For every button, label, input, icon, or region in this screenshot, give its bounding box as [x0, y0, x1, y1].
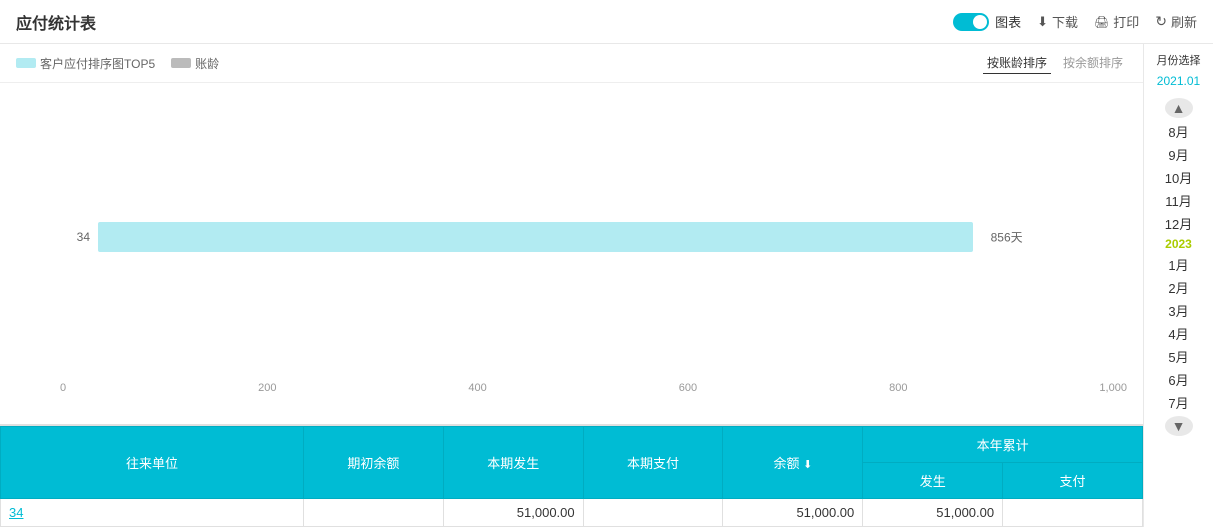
cell-opening: [303, 499, 443, 527]
th-ytd: 本年累计: [863, 427, 1143, 463]
refresh-icon: [1155, 13, 1167, 30]
cell-ytd-pay: [1003, 499, 1143, 527]
sidebar-month-item[interactable]: 3月: [1165, 299, 1192, 322]
bar-fill: 856天: [98, 222, 973, 252]
sort-by-age-button[interactable]: 按账龄排序: [983, 52, 1051, 74]
print-icon: [1094, 14, 1109, 29]
bar-row: 34 856天: [60, 222, 1127, 252]
download-button[interactable]: 下载: [1037, 12, 1078, 31]
bar-container: 856天: [98, 222, 1127, 252]
th-balance: 余额 ⬇: [723, 427, 863, 499]
x-tick-400: 400: [468, 382, 486, 394]
chart-section: 客户应付排序图TOP5 账龄 按账龄排序 按余额排序 34: [0, 44, 1143, 527]
download-icon: [1037, 14, 1048, 30]
th-unit: 往来单位: [1, 427, 304, 499]
x-tick-1000: 1,000: [1099, 382, 1127, 394]
th-payment: 本期支付: [583, 427, 723, 499]
content-area: 客户应付排序图TOP5 账龄 按账龄排序 按余额排序 34: [0, 44, 1213, 527]
print-label: 打印: [1113, 12, 1139, 31]
toggle-label: 图表: [995, 12, 1021, 31]
chart-sort-buttons: 按账龄排序 按余额排序: [983, 52, 1127, 74]
main-container: 应付统计表 图表 下载 打印 刷新: [0, 0, 1213, 527]
sidebar-month-item[interactable]: 6月: [1165, 368, 1192, 391]
chart-top: 客户应付排序图TOP5 账龄 按账龄排序 按余额排序: [0, 44, 1143, 83]
sidebar-month-item[interactable]: 12月: [1165, 212, 1192, 235]
sidebar-month-item[interactable]: 1月: [1165, 253, 1192, 276]
legend-item-2: 账龄: [171, 55, 219, 72]
th-ytd-pay: 支付: [1003, 463, 1143, 499]
x-tick-0: 0: [60, 382, 66, 394]
x-tick-800: 800: [889, 382, 907, 394]
chart-area: 34 856天 0 200 400 600 800 1,0: [0, 83, 1143, 424]
sidebar-months: 8月9月10月11月12月20231月2月3月4月5月6月7月: [1165, 120, 1192, 414]
cell-ytd-occur: 51,000.00: [863, 499, 1003, 527]
cell-unit[interactable]: 34: [1, 499, 304, 527]
th-current: 本期发生: [443, 427, 583, 499]
bar-y-label: 34: [60, 230, 90, 244]
table-section: 往来单位 期初余额 本期发生 本期支付 余额 ⬇ 本年累计 发生: [0, 424, 1143, 527]
legend-label-1: 客户应付排序图TOP5: [40, 55, 155, 72]
refresh-label: 刷新: [1171, 12, 1197, 31]
x-axis: 0 200 400 600 800 1,000: [60, 382, 1127, 394]
x-tick-600: 600: [679, 382, 697, 394]
header: 应付统计表 图表 下载 打印 刷新: [0, 0, 1213, 44]
legend-item-1: 客户应付排序图TOP5: [16, 55, 155, 72]
refresh-button[interactable]: 刷新: [1155, 12, 1197, 31]
sidebar-month-item[interactable]: 7月: [1165, 391, 1192, 414]
data-table: 往来单位 期初余额 本期发生 本期支付 余额 ⬇ 本年累计 发生: [0, 426, 1143, 527]
sidebar-month-item[interactable]: 5月: [1165, 345, 1192, 368]
print-button[interactable]: 打印: [1094, 12, 1139, 31]
chart-toggle[interactable]: [953, 13, 989, 31]
sidebar: 月份选择 2021.01 ▲ 8月9月10月11月12月20231月2月3月4月…: [1143, 44, 1213, 527]
sidebar-month-item[interactable]: 2023: [1165, 235, 1192, 253]
sidebar-down-button[interactable]: ▼: [1165, 416, 1193, 436]
bar-end-label: 856天: [991, 228, 1023, 245]
cell-balance: 51,000.00: [723, 499, 863, 527]
cell-payment: [583, 499, 723, 527]
bar-chart: 34 856天: [60, 93, 1127, 384]
chart-legend: 客户应付排序图TOP5 账龄: [16, 55, 219, 72]
sidebar-month-item[interactable]: 10月: [1165, 166, 1192, 189]
sidebar-date: 2021.01: [1157, 74, 1200, 88]
th-opening: 期初余额: [303, 427, 443, 499]
cell-current: 51,000.00: [443, 499, 583, 527]
th-ytd-occur: 发生: [863, 463, 1003, 499]
legend-color-cyan: [16, 58, 36, 68]
legend-label-2: 账龄: [195, 55, 219, 72]
sidebar-up-button[interactable]: ▲: [1165, 98, 1193, 118]
sidebar-month-item[interactable]: 9月: [1165, 143, 1192, 166]
sidebar-title: 月份选择: [1157, 52, 1201, 68]
x-tick-200: 200: [258, 382, 276, 394]
table-row: 34 51,000.00 51,000.00 51,000.00: [1, 499, 1143, 527]
sort-by-balance-button[interactable]: 按余额排序: [1059, 52, 1127, 74]
download-label: 下载: [1052, 12, 1078, 31]
sidebar-month-item[interactable]: 2月: [1165, 276, 1192, 299]
sidebar-month-item[interactable]: 4月: [1165, 322, 1192, 345]
sidebar-month-item[interactable]: 8月: [1165, 120, 1192, 143]
sidebar-month-item[interactable]: 11月: [1165, 189, 1192, 212]
header-actions: 图表 下载 打印 刷新: [953, 12, 1197, 31]
legend-color-gray: [171, 58, 191, 68]
chart-toggle-group: 图表: [953, 12, 1021, 31]
page-title: 应付统计表: [16, 10, 96, 34]
